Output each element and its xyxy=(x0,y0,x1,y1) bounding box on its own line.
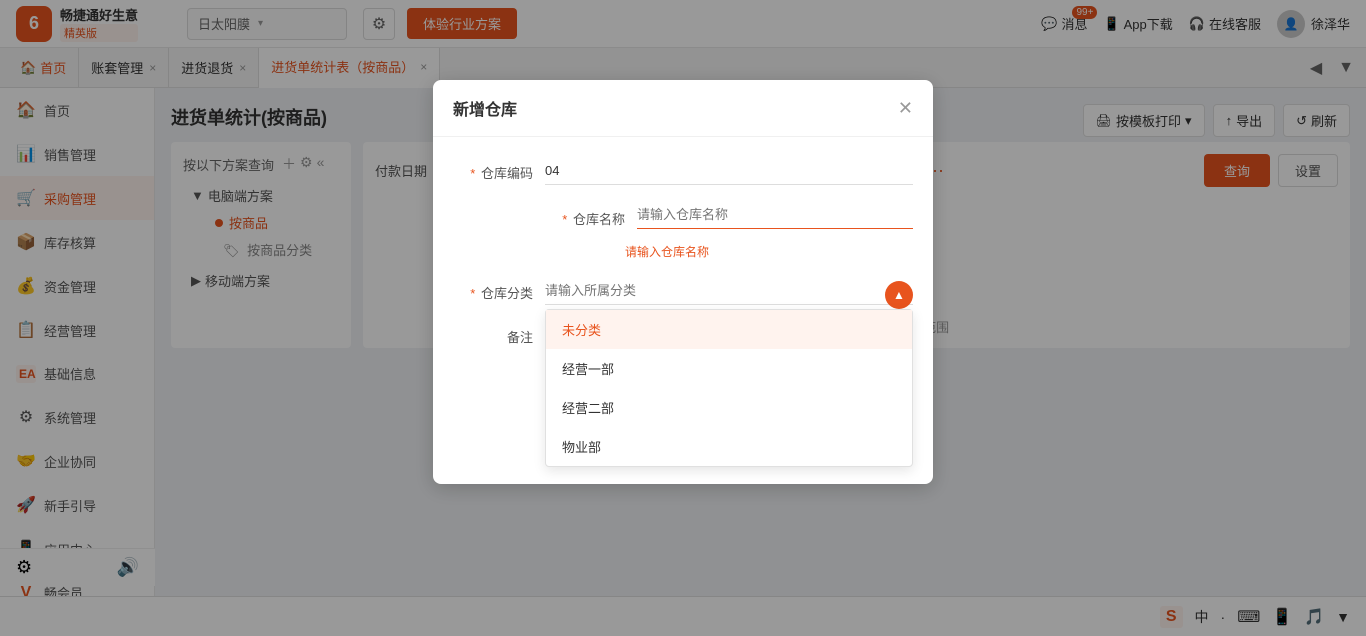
code-label: * 仓库编码 xyxy=(453,157,533,182)
modal-header: 新增仓库 ✕ xyxy=(433,80,933,137)
modal-new-warehouse: 新增仓库 ✕ * 仓库编码 * 仓库名称 xyxy=(433,80,933,484)
category-dropdown-wrapper: ▲ 未分类 经营一部 经营二部 物业部 xyxy=(545,277,913,305)
modal-body: * 仓库编码 * 仓库名称 请输入仓库名称 xyxy=(433,137,933,417)
category-input[interactable] xyxy=(545,277,913,305)
category-dropdown-arrow-button[interactable]: ▲ xyxy=(885,281,913,309)
name-label: * 仓库名称 xyxy=(545,203,625,228)
form-row-code: * 仓库编码 xyxy=(453,157,913,185)
modal-overlay: 新增仓库 ✕ * 仓库编码 * 仓库名称 xyxy=(0,0,1366,636)
category-option-dept1[interactable]: 经营一部 xyxy=(546,349,912,388)
modal-title: 新增仓库 xyxy=(453,96,517,120)
chevron-up-icon: ▲ xyxy=(893,288,905,302)
form-row-category: * 仓库分类 ▲ 未分类 经营一部 经营二部 物业部 xyxy=(453,277,913,305)
name-error-text: 请输入仓库名称 xyxy=(625,245,709,259)
category-option-dept3[interactable]: 物业部 xyxy=(546,427,912,466)
category-option-uncategorized[interactable]: 未分类 xyxy=(546,310,912,349)
category-option-dept2[interactable]: 经营二部 xyxy=(546,388,912,427)
name-input-wrapper xyxy=(637,201,913,229)
form-row-name: * 仓库名称 请输入仓库名称 xyxy=(453,201,913,261)
category-label: * 仓库分类 xyxy=(453,277,533,302)
name-row-inner: * 仓库名称 xyxy=(545,201,913,229)
category-dropdown-list: 未分类 经营一部 经营二部 物业部 xyxy=(545,309,913,467)
name-input[interactable] xyxy=(637,201,913,229)
name-error-wrapper: 请输入仓库名称 xyxy=(545,243,709,261)
note-label: 备注 xyxy=(453,321,533,346)
modal-close-button[interactable]: ✕ xyxy=(898,98,913,119)
code-input[interactable] xyxy=(545,157,913,185)
